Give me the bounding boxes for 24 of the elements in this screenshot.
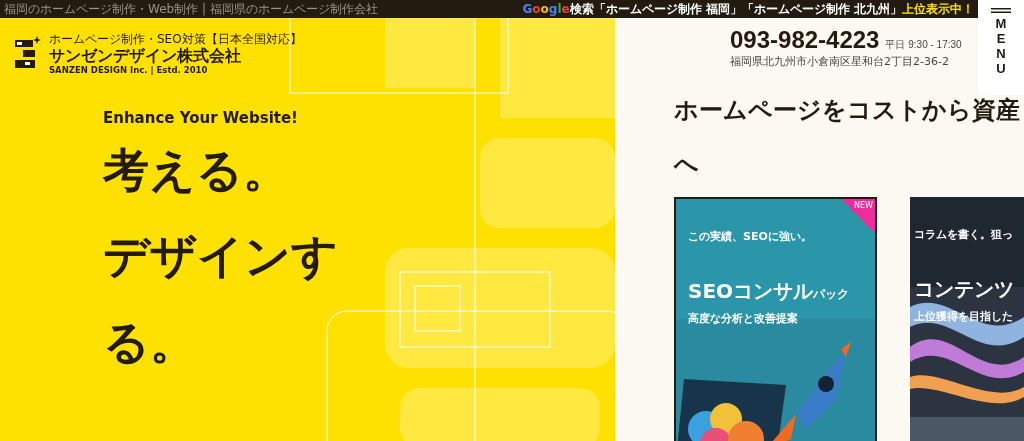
menu-button[interactable]: MENU	[978, 0, 1024, 95]
section-heading: ホームページをコストから資産	[674, 95, 1021, 126]
hero-headline: デザインす	[103, 228, 339, 285]
menu-icon	[991, 8, 1011, 13]
card-title: コンテンツ	[914, 276, 1015, 303]
service-card[interactable]: NEW この実績、SEOに強い。 SEOコンサルパック 高度な分析と改善提案	[674, 197, 877, 441]
card-subtitle: 上位獲得を目指した	[914, 309, 1014, 324]
card-lead: この実績、SEOに強い。	[688, 229, 813, 244]
hero-headline: る。	[103, 314, 197, 371]
card-subtitle: 高度な分析と改善提案	[688, 311, 799, 326]
service-card[interactable]: コラムを書く。狙っ コンテンツ 上位獲得を目指した	[910, 197, 1024, 441]
section-heading: へ	[674, 149, 700, 180]
address: 福岡県北九州市小倉南区星和台2丁目2-36-2	[730, 54, 949, 69]
company-english-name: SANZEN DESIGN Inc. | Estd. 2010	[49, 65, 209, 76]
card-title: SEOコンサルパック	[688, 278, 851, 305]
search-ranking-notice: Google検索「ホームページ制作 福岡」「ホームページ制作 北九州」上位表示中！	[522, 0, 974, 18]
hero-eyebrow: Enhance Your Website!	[103, 109, 299, 127]
card-lead: コラムを書く。狙っ	[914, 227, 1014, 242]
site-tagline: 福岡のホームページ制作・Web制作 | 福岡県のホームページ制作会社	[4, 0, 378, 18]
hero-headline: 考える。	[103, 142, 290, 199]
company-name[interactable]: サンゼンデザイン株式会社	[49, 46, 302, 65]
new-badge: NEW	[841, 199, 875, 233]
phone-number[interactable]: 093-982-4223	[730, 26, 880, 54]
business-hours: 平日 9:30 - 17:30	[885, 38, 962, 52]
